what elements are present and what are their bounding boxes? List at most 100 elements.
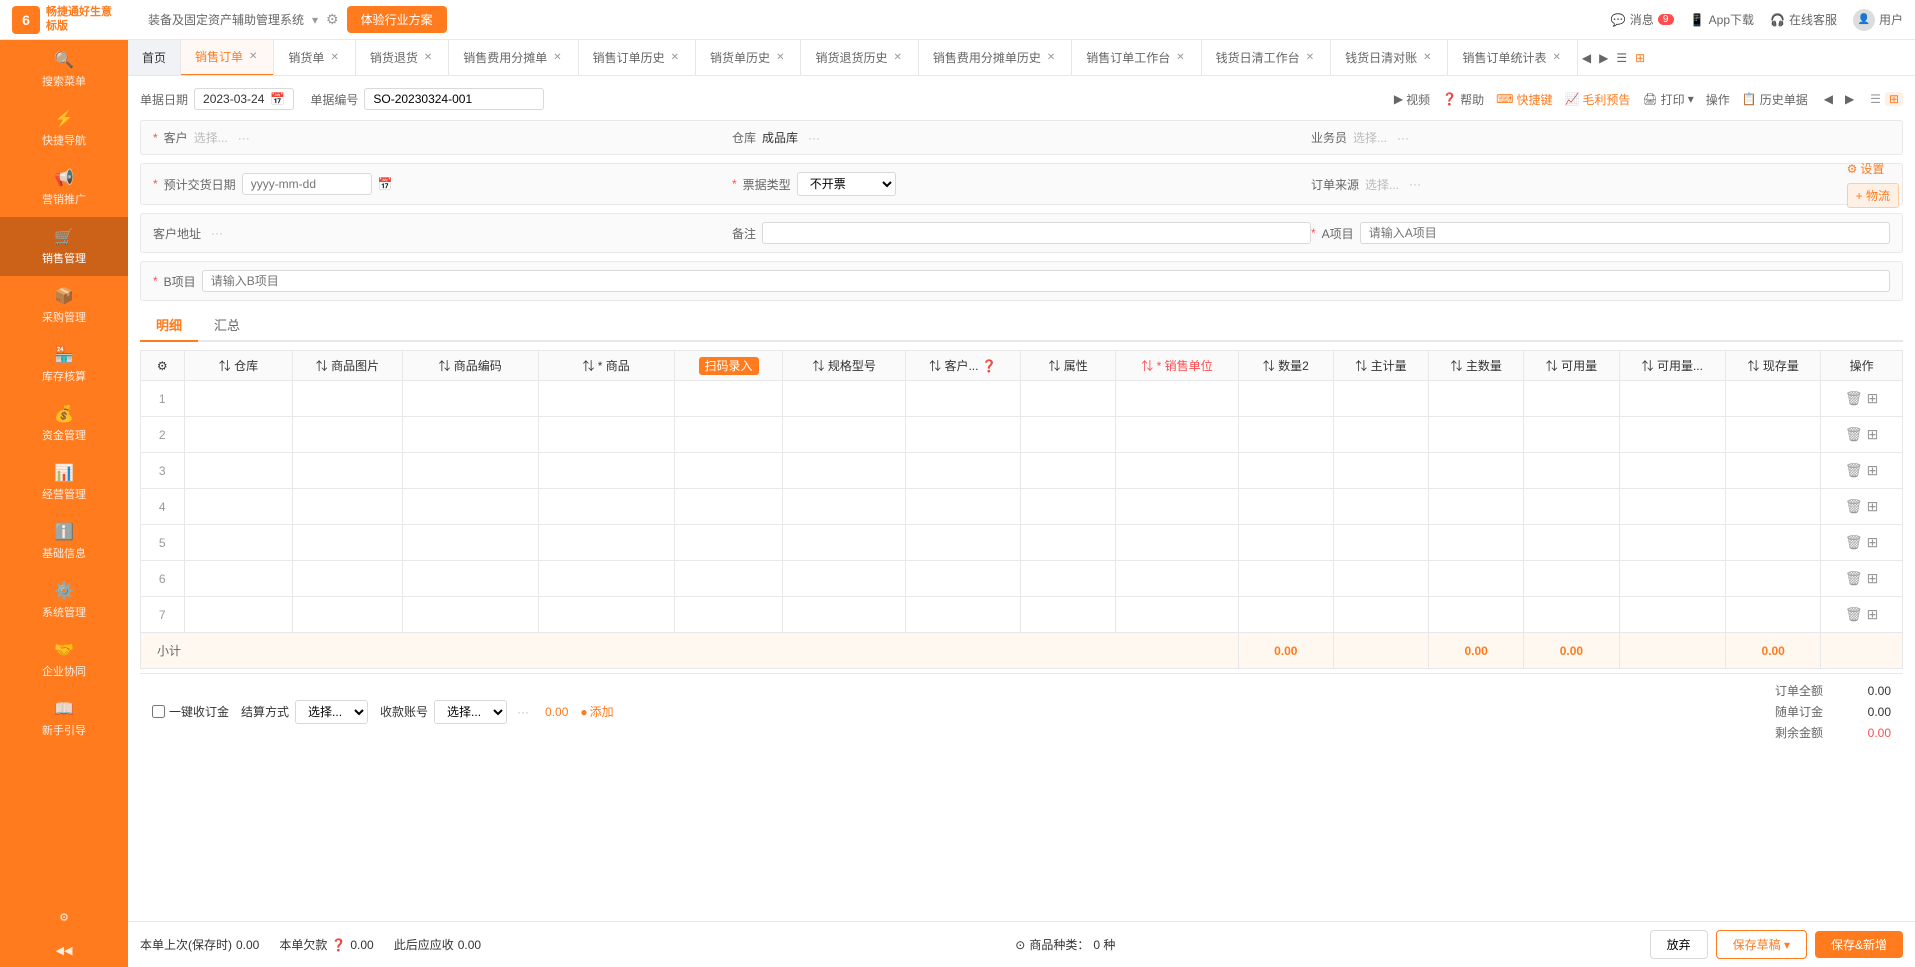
sidebar-item-system[interactable]: ⚙️ 系统管理 (0, 571, 128, 630)
customer-select[interactable]: 选择... (194, 129, 228, 146)
shortcuts-btn[interactable]: ⌨ 快捷键 (1496, 91, 1552, 108)
sidebar-item-finance[interactable]: 💰 资金管理 (0, 394, 128, 453)
copy-row-4[interactable]: ⊞ (1867, 498, 1879, 515)
account-ellipsis[interactable]: ··· (513, 705, 533, 719)
tab-order-report[interactable]: 销售订单统计表 ✕ (1448, 40, 1577, 76)
history-btn[interactable]: 📋 历史单据 (1742, 91, 1808, 108)
warehouse-ellipsis[interactable]: ··· (804, 131, 824, 145)
delivery-calendar-icon[interactable]: 📅 (378, 177, 393, 191)
settings-icon[interactable]: ⚙ (326, 11, 339, 28)
copy-row-1[interactable]: ⊞ (1867, 390, 1879, 407)
tab-close-daily-reconcile[interactable]: ✕ (1421, 52, 1433, 63)
number-input[interactable] (364, 88, 544, 110)
delete-row-3[interactable]: 🗑 (1845, 462, 1863, 479)
online-service-button[interactable]: 🎧 在线客服 (1770, 11, 1837, 28)
tab-prev[interactable]: ◀ (1578, 51, 1595, 65)
help-btn[interactable]: ❓ 帮助 (1442, 91, 1484, 108)
tab-close-order-report[interactable]: ✕ (1551, 52, 1563, 63)
calendar-icon[interactable]: 📅 (270, 92, 285, 106)
copy-row-2[interactable]: ⊞ (1867, 426, 1879, 443)
tab-daily-reconcile[interactable]: 钱货日清对账 ✕ (1331, 40, 1448, 76)
operations-btn[interactable]: 操作 (1706, 91, 1730, 108)
settings-floating-btn[interactable]: ⚙ 设置 (1847, 160, 1899, 177)
delete-row-6[interactable]: 🗑 (1845, 570, 1863, 587)
tab-return-history[interactable]: 销货退货历史 ✕ (801, 40, 918, 76)
add-btn[interactable]: ● 添加 (580, 703, 613, 720)
user-button[interactable]: 👤 用户 (1853, 9, 1903, 31)
tab-close-goods-history[interactable]: ✕ (774, 52, 786, 63)
tab-close-daily-workbench[interactable]: ✕ (1304, 52, 1316, 63)
sidebar-settings[interactable]: ⚙ (0, 901, 128, 934)
date-input[interactable]: 2023-03-24 📅 (194, 88, 294, 110)
tab-sales-goods[interactable]: 销货单 ✕ (274, 40, 355, 76)
tab-close-order-history[interactable]: ✕ (669, 52, 681, 63)
order-source-ellipsis[interactable]: ··· (1405, 177, 1425, 191)
tab-goods-history[interactable]: 销货单历史 ✕ (696, 40, 801, 76)
dropdown-icon[interactable]: ▾ (312, 13, 318, 27)
salesperson-ellipsis[interactable]: ··· (1393, 131, 1413, 145)
tab-close-fee-history[interactable]: ✕ (1045, 52, 1057, 63)
help-debt-icon[interactable]: ❓ (331, 938, 346, 952)
tab-home[interactable]: 首页 (128, 40, 181, 76)
sidebar-item-inventory[interactable]: 🏪 库存核算 (0, 335, 128, 394)
tab-order-history[interactable]: 销售订单历史 ✕ (579, 40, 696, 76)
save-new-button[interactable]: 保存&新增 (1815, 931, 1903, 958)
invoice-type-select[interactable]: 不开票 增值税专票 增值税普票 (797, 172, 896, 196)
tab-order-workbench[interactable]: 销售订单工作台 ✕ (1072, 40, 1201, 76)
delete-row-2[interactable]: 🗑 (1845, 426, 1863, 443)
table-settings-icon[interactable]: ⚙ (157, 359, 168, 373)
tab-fee-history[interactable]: 销售费用分摊单历史 ✕ (919, 40, 1072, 76)
note-input[interactable] (762, 222, 1311, 244)
sidebar-item-sales[interactable]: 🛒 销售管理 (0, 217, 128, 276)
delete-row-7[interactable]: 🗑 (1845, 606, 1863, 623)
sidebar-item-guide[interactable]: 📖 新手引导 (0, 689, 128, 748)
tab-next[interactable]: ▶ (1595, 51, 1612, 65)
delete-row-4[interactable]: 🗑 (1845, 498, 1863, 515)
solution-button[interactable]: 体验行业方案 (347, 6, 447, 33)
order-source-select[interactable]: 选择... (1365, 176, 1399, 193)
tab-close-return-history[interactable]: ✕ (891, 52, 903, 63)
print-dropdown-icon[interactable]: ▾ (1688, 92, 1694, 106)
sidebar-item-purchase[interactable]: 📦 采购管理 (0, 276, 128, 335)
sidebar-item-basic-info[interactable]: ℹ️ 基础信息 (0, 512, 128, 571)
th-settings[interactable]: ⚙ (141, 351, 185, 381)
page-prev-btn[interactable]: ◀ (1820, 90, 1837, 108)
tab-close-return[interactable]: ✕ (422, 52, 434, 63)
tab-close-sales-order[interactable]: ✕ (247, 51, 259, 62)
customer-addr-ellipsis[interactable]: ··· (207, 226, 227, 240)
sidebar-item-marketing[interactable]: 📢 营销推广 (0, 158, 128, 217)
notification-button[interactable]: 💬 消息 9 (1611, 11, 1674, 28)
sidebar-item-search[interactable]: 🔍 搜索菜单 (0, 40, 128, 99)
tab-return[interactable]: 销货退货 ✕ (356, 40, 449, 76)
copy-row-3[interactable]: ⊞ (1867, 462, 1879, 479)
tab-close-sales-goods[interactable]: ✕ (328, 52, 340, 63)
tab-close-fee-split[interactable]: ✕ (551, 52, 563, 63)
add-material-btn[interactable]: + 物流 (1847, 183, 1899, 208)
save-draft-button[interactable]: 保存草稿 ▾ (1716, 930, 1807, 959)
delete-row-1[interactable]: 🗑 (1845, 390, 1863, 407)
profit-btn[interactable]: 📈 毛利预告 (1564, 91, 1630, 108)
grid-view-btn[interactable]: ⊞ (1885, 92, 1903, 106)
salesperson-select[interactable]: 选择... (1353, 129, 1387, 146)
list-view-btn[interactable]: ☰ (1870, 92, 1881, 106)
tab-expand[interactable]: ⊞ (1631, 51, 1649, 65)
sidebar-item-management[interactable]: 📊 经营管理 (0, 453, 128, 512)
sidebar-collapse[interactable]: ◀◀ (0, 934, 128, 967)
one-click-checkbox[interactable] (152, 705, 165, 718)
tab-fee-split[interactable]: 销售费用分摊单 ✕ (449, 40, 578, 76)
delivery-date-input[interactable] (242, 173, 372, 195)
discard-button[interactable]: 放弃 (1650, 930, 1708, 959)
print-btn[interactable]: 🖨 打印 ▾ (1642, 91, 1693, 108)
save-draft-dropdown[interactable]: ▾ (1784, 938, 1790, 952)
preview-btn[interactable]: ▶ 视频 (1394, 91, 1430, 108)
page-next-btn[interactable]: ▶ (1841, 90, 1858, 108)
sidebar-item-cooperation[interactable]: 🤝 企业协同 (0, 630, 128, 689)
a-project-input[interactable] (1360, 222, 1890, 244)
sidebar-item-shortcuts[interactable]: ⚡ 快捷导航 (0, 99, 128, 158)
account-select[interactable]: 选择... (434, 700, 507, 724)
copy-row-5[interactable]: ⊞ (1867, 534, 1879, 551)
tab-summary[interactable]: 汇总 (198, 309, 256, 340)
b-project-input[interactable] (202, 270, 1890, 292)
delete-row-5[interactable]: 🗑 (1845, 534, 1863, 551)
copy-row-7[interactable]: ⊞ (1867, 606, 1879, 623)
